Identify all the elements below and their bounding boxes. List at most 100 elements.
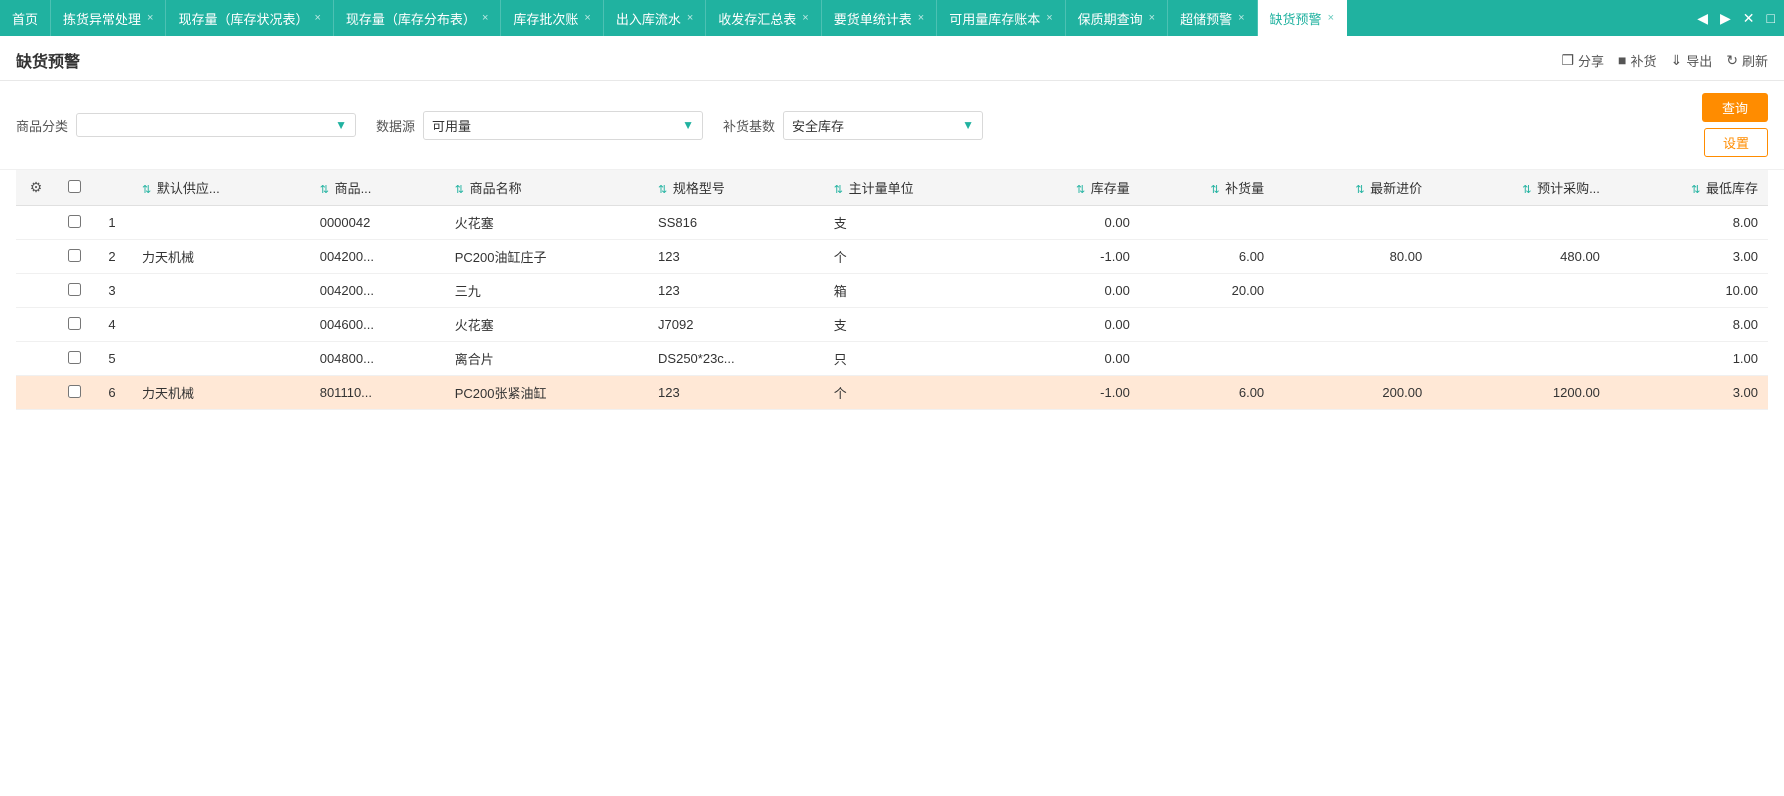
tab-stock-distribution[interactable]: 现存量（库存分布表） ×	[334, 0, 501, 36]
tab-expiry-query[interactable]: 保质期查询 ×	[1066, 0, 1168, 36]
col-est-purchase-header[interactable]: ⇅ 预计采购...	[1432, 170, 1610, 206]
close-icon[interactable]: ×	[314, 12, 320, 24]
close-icon[interactable]: ×	[482, 12, 488, 24]
col-product-name-header[interactable]: ⇅ 商品名称	[445, 170, 648, 206]
row-product-name: 三九	[445, 274, 648, 308]
row-unit: 箱	[824, 274, 1006, 308]
col-stock-header[interactable]: ⇅ 库存量	[1005, 170, 1139, 206]
col-unit-header[interactable]: ⇅ 主计量单位	[824, 170, 1006, 206]
close-icon[interactable]: ×	[1149, 12, 1155, 24]
row-checkbox-cell	[56, 206, 92, 240]
sort-icon: ⇅	[834, 184, 843, 196]
row-checkbox[interactable]	[68, 317, 81, 330]
row-checkbox[interactable]	[68, 249, 81, 262]
col-restock-qty-header[interactable]: ⇅ 补货量	[1140, 170, 1274, 206]
row-restock-qty: 6.00	[1140, 240, 1274, 274]
row-stock: -1.00	[1005, 240, 1139, 274]
gear-icon[interactable]: ⚙	[30, 179, 43, 195]
page-header: 缺货预警 ❒ 分享 ■ 补货 ⇓ 导出 ↻ 刷新	[0, 36, 1784, 81]
restock-label: 补货基数	[723, 116, 775, 135]
row-checkbox-cell	[56, 376, 92, 410]
restock-button[interactable]: ■ 补货	[1618, 51, 1656, 70]
row-index: 1	[92, 206, 132, 240]
col-latest-price-header[interactable]: ⇅ 最新进价	[1274, 170, 1432, 206]
sort-icon: ⇅	[658, 184, 667, 196]
col-gear: ⚙	[16, 170, 56, 206]
row-supplier	[132, 206, 310, 240]
close-icon[interactable]: ×	[147, 12, 153, 24]
table-header-row: ⚙ ⇅ 默认供应... ⇅ 商品... ⇅	[16, 170, 1768, 206]
close-icon[interactable]: ×	[918, 12, 924, 24]
row-checkbox-cell	[56, 308, 92, 342]
row-restock-qty	[1140, 342, 1274, 376]
row-latest-price	[1274, 206, 1432, 240]
close-icon[interactable]: ×	[802, 12, 808, 24]
refresh-button[interactable]: ↻ 刷新	[1726, 51, 1768, 70]
close-icon[interactable]: ×	[687, 12, 693, 24]
tab-menu-button[interactable]: □	[1762, 8, 1780, 28]
tab-batch-account[interactable]: 库存批次账 ×	[501, 0, 603, 36]
restock-filter-group: 补货基数 安全库存 ▼	[723, 111, 983, 140]
row-stock: -1.00	[1005, 376, 1139, 410]
sort-icon: ⇅	[320, 184, 329, 196]
tab-shortage-warning[interactable]: 缺货预警 ×	[1258, 0, 1347, 36]
row-stock: 0.00	[1005, 274, 1139, 308]
row-product-name: PC200油缸庄子	[445, 240, 648, 274]
row-checkbox-cell	[56, 240, 92, 274]
row-checkbox[interactable]	[68, 215, 81, 228]
row-product-name: PC200张紧油缸	[445, 376, 648, 410]
row-est-purchase: 1200.00	[1432, 376, 1610, 410]
col-product-code-header[interactable]: ⇅ 商品...	[310, 170, 445, 206]
tab-pick-exception[interactable]: 拣货异常处理 ×	[51, 0, 166, 36]
col-supplier-header[interactable]: ⇅ 默认供应...	[132, 170, 310, 206]
share-button[interactable]: ❒ 分享	[1561, 51, 1604, 70]
row-spec: 123	[648, 274, 824, 308]
datasource-value: 可用量	[432, 116, 471, 135]
row-stock: 0.00	[1005, 206, 1139, 240]
filter-area: 商品分类 ▼ 数据源 可用量 ▼ 补货基数 安全库存 ▼ 查询 设置	[0, 81, 1784, 170]
row-spec: 123	[648, 240, 824, 274]
row-checkbox[interactable]	[68, 351, 81, 364]
row-min-stock: 3.00	[1610, 240, 1768, 274]
tab-available-stock[interactable]: 可用量库存账本 ×	[937, 0, 1065, 36]
tab-summary[interactable]: 收发存汇总表 ×	[706, 0, 821, 36]
tab-next-button[interactable]: ▶	[1715, 8, 1736, 29]
datasource-select[interactable]: 可用量 ▼	[423, 111, 703, 140]
query-button[interactable]: 查询	[1702, 93, 1768, 122]
col-spec-header[interactable]: ⇅ 规格型号	[648, 170, 824, 206]
row-unit: 只	[824, 342, 1006, 376]
sort-icon: ⇅	[1076, 184, 1085, 196]
row-checkbox-cell	[56, 342, 92, 376]
close-icon[interactable]: ×	[1328, 12, 1334, 24]
close-icon[interactable]: ×	[1046, 12, 1052, 24]
row-product-code: 004600...	[310, 308, 445, 342]
sort-icon: ⇅	[1355, 184, 1364, 196]
tab-prev-button[interactable]: ◀	[1692, 8, 1713, 29]
tab-home[interactable]: 首页	[0, 0, 51, 36]
export-button[interactable]: ⇓ 导出	[1671, 51, 1713, 70]
row-supplier: 力天机械	[132, 240, 310, 274]
tab-overstock-warning[interactable]: 超储预警 ×	[1168, 0, 1257, 36]
tab-inout-flow[interactable]: 出入库流水 ×	[604, 0, 706, 36]
table-row: 6 力天机械 801110... PC200张紧油缸 123 个 -1.00 6…	[16, 376, 1768, 410]
close-icon[interactable]: ×	[584, 12, 590, 24]
row-checkbox[interactable]	[68, 283, 81, 296]
settings-button[interactable]: 设置	[1704, 128, 1768, 157]
restock-value: 安全库存	[792, 116, 844, 135]
row-checkbox[interactable]	[68, 385, 81, 398]
row-supplier: 力天机械	[132, 376, 310, 410]
row-unit: 个	[824, 240, 1006, 274]
row-est-purchase	[1432, 206, 1610, 240]
restock-select[interactable]: 安全库存 ▼	[783, 111, 983, 140]
row-checkbox-cell	[56, 274, 92, 308]
check-all-checkbox[interactable]	[68, 180, 81, 193]
close-icon[interactable]: ×	[1238, 12, 1244, 24]
tab-stock-status[interactable]: 现存量（库存状况表） ×	[166, 0, 333, 36]
col-min-stock-header[interactable]: ⇅ 最低库存	[1610, 170, 1768, 206]
row-index: 5	[92, 342, 132, 376]
tab-demand-stats[interactable]: 要货单统计表 ×	[822, 0, 937, 36]
row-est-purchase	[1432, 342, 1610, 376]
category-select[interactable]: ▼	[76, 113, 356, 137]
row-stock: 0.00	[1005, 308, 1139, 342]
tab-close-all-button[interactable]: ✕	[1738, 8, 1760, 29]
